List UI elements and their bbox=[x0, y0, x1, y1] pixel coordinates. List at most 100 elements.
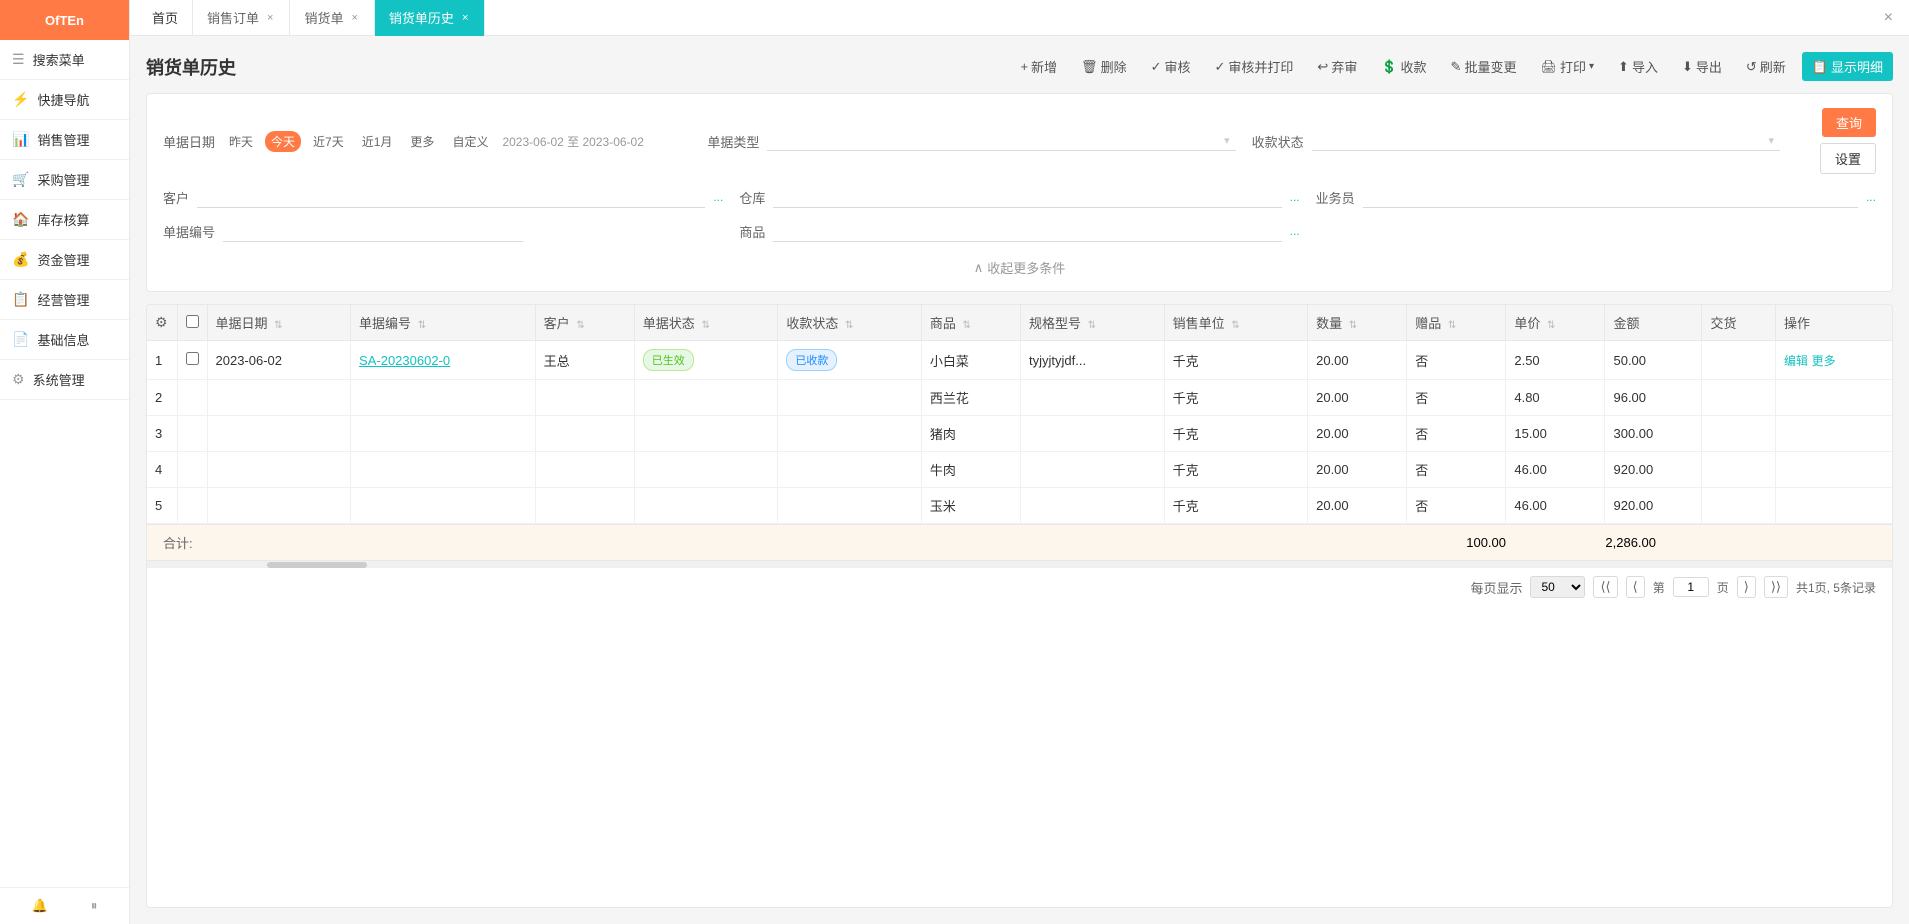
sidebar-item-quick-nav[interactable]: ⚡ 快捷导航 bbox=[0, 80, 129, 120]
payment-status-select[interactable]: ▾ bbox=[1312, 131, 1780, 151]
batch-change-button[interactable]: ✎ 批量变更 bbox=[1443, 53, 1525, 80]
next-page-btn[interactable]: ⟩ bbox=[1737, 576, 1756, 598]
row-checkbox[interactable] bbox=[186, 352, 199, 365]
gift-sort-icon[interactable]: ⇅ bbox=[1448, 320, 1456, 331]
doc-status-sort-icon[interactable]: ⇅ bbox=[701, 320, 709, 331]
tab-sales-history[interactable]: 销货单历史 × bbox=[375, 0, 485, 36]
filter-row-3: 单据编号 商品 ... bbox=[163, 220, 1876, 242]
cell-qty: 20.00 bbox=[1308, 380, 1407, 416]
doc-no-sort-icon[interactable]: ⇅ bbox=[418, 320, 426, 331]
page-input[interactable] bbox=[1673, 577, 1709, 597]
first-page-btn[interactable]: ⟨⟨ bbox=[1593, 576, 1617, 598]
th-qty-label: 数量 bbox=[1316, 316, 1342, 331]
date-tag-yesterday[interactable]: 昨天 bbox=[223, 131, 259, 152]
unit-sort-icon[interactable]: ⇅ bbox=[1231, 320, 1239, 331]
audit-button[interactable]: ✓ 审核 bbox=[1143, 53, 1199, 80]
tab-sales-history-close[interactable]: × bbox=[460, 12, 470, 24]
tab-sales-delivery[interactable]: 销货单 × bbox=[290, 0, 374, 36]
refresh-button[interactable]: ↺ 刷新 bbox=[1738, 53, 1794, 80]
cell-goods: 玉米 bbox=[921, 488, 1020, 524]
sidebar-item-sys-mgmt[interactable]: ⚙ 系统管理 bbox=[0, 360, 129, 400]
tab-home-label: 首页 bbox=[152, 8, 178, 27]
summary-qty: 100.00 bbox=[556, 535, 1506, 550]
sidebar-item-inventory[interactable]: 🏠 库存核算 bbox=[0, 200, 129, 240]
date-tag-1month[interactable]: 近1月 bbox=[356, 131, 399, 152]
cell-checkbox bbox=[177, 380, 207, 416]
app-title: OfTEn bbox=[45, 13, 84, 28]
cell-goods: 牛肉 bbox=[921, 452, 1020, 488]
customer-sort-icon[interactable]: ⇅ bbox=[576, 320, 584, 331]
tab-home[interactable]: 首页 bbox=[138, 0, 193, 36]
doc-type-select[interactable]: ▾ bbox=[767, 131, 1235, 151]
sidebar-footer-icon1[interactable]: 🔔 bbox=[32, 898, 48, 914]
customer-ellipsis[interactable]: ... bbox=[713, 190, 723, 204]
payment-status-sort-icon[interactable]: ⇅ bbox=[845, 320, 853, 331]
cell-doc-status bbox=[634, 416, 778, 452]
th-unit: 销售单位 ⇅ bbox=[1164, 305, 1308, 341]
settings-button[interactable]: 设置 bbox=[1820, 143, 1876, 174]
audit-print-button[interactable]: ✓ 审核并打印 bbox=[1207, 53, 1302, 80]
tab-sales-delivery-close[interactable]: × bbox=[349, 12, 359, 24]
cell-amount: 50.00 bbox=[1605, 341, 1702, 380]
import-button[interactable]: ⬆ 导入 bbox=[1610, 53, 1666, 80]
print-button[interactable]: 🖨 打印 ▾ bbox=[1532, 53, 1602, 80]
show-details-button[interactable]: 📋 显示明细 bbox=[1802, 52, 1893, 81]
sidebar-footer-icon2[interactable]: ⏸ bbox=[91, 898, 98, 914]
doc-date-sort-icon[interactable]: ⇅ bbox=[274, 320, 282, 331]
doc-no-link[interactable]: SA-20230602-0 bbox=[359, 353, 450, 368]
salesperson-input[interactable] bbox=[1363, 186, 1858, 208]
window-close-btn[interactable]: × bbox=[1884, 9, 1893, 27]
cell-spec bbox=[1021, 416, 1165, 452]
sidebar-item-search-menu[interactable]: ☰ 搜索菜单 bbox=[0, 40, 129, 80]
collapse-row: ∧ 收起更多条件 bbox=[163, 254, 1876, 277]
date-tag-today[interactable]: 今天 bbox=[265, 131, 301, 152]
customer-input[interactable] bbox=[197, 186, 705, 208]
warehouse-input[interactable] bbox=[773, 186, 1281, 208]
tab-sales-order[interactable]: 销售订单 × bbox=[193, 0, 290, 36]
goods-sort-icon[interactable]: ⇅ bbox=[963, 320, 971, 331]
date-tag-7days[interactable]: 近7天 bbox=[307, 131, 350, 152]
base-info-icon: 📄 bbox=[12, 331, 29, 348]
delete-button[interactable]: 🗑 删除 bbox=[1073, 53, 1135, 80]
last-page-btn[interactable]: ⟩⟩ bbox=[1764, 576, 1788, 598]
select-all-checkbox[interactable] bbox=[186, 315, 199, 328]
date-filter: 昨天 今天 近7天 近1月 更多 自定义 bbox=[223, 131, 494, 152]
abandon-button[interactable]: ↩ 弃审 bbox=[1309, 53, 1365, 80]
date-tag-more[interactable]: 更多 bbox=[404, 131, 440, 152]
customer-label: 客户 bbox=[163, 188, 189, 207]
spec-sort-icon[interactable]: ⇅ bbox=[1088, 320, 1096, 331]
qty-sort-icon[interactable]: ⇅ bbox=[1349, 320, 1357, 331]
sidebar-item-purchase-mgmt[interactable]: 🛒 采购管理 bbox=[0, 160, 129, 200]
tab-bar: 首页 销售订单 × 销货单 × 销货单历史 × × bbox=[130, 0, 1909, 36]
export-button[interactable]: ⬇ 导出 bbox=[1674, 53, 1730, 80]
th-doc-no: 单据编号 ⇅ bbox=[351, 305, 536, 341]
sidebar-item-operations[interactable]: 📋 经营管理 bbox=[0, 280, 129, 320]
op-btn[interactable]: 更多 bbox=[1812, 354, 1836, 368]
goods-input[interactable] bbox=[773, 220, 1281, 242]
warehouse-ellipsis[interactable]: ... bbox=[1290, 190, 1300, 204]
query-button[interactable]: 查询 bbox=[1822, 108, 1876, 137]
tab-sales-order-close[interactable]: × bbox=[265, 12, 275, 24]
sidebar-item-finance[interactable]: 💰 资金管理 bbox=[0, 240, 129, 280]
op-btn[interactable]: 编辑 bbox=[1784, 354, 1808, 368]
sidebar-item-base-info[interactable]: 📄 基础信息 bbox=[0, 320, 129, 360]
cell-checkbox bbox=[177, 452, 207, 488]
salesperson-label: 业务员 bbox=[1316, 188, 1355, 207]
add-button[interactable]: + 新增 bbox=[1012, 53, 1065, 80]
cell-unit: 千克 bbox=[1164, 341, 1308, 380]
table-settings-icon[interactable]: ⚙ bbox=[155, 314, 168, 330]
date-tag-custom[interactable]: 自定义 bbox=[446, 131, 494, 152]
cell-checkbox bbox=[177, 416, 207, 452]
salesperson-ellipsis[interactable]: ... bbox=[1866, 190, 1876, 204]
per-page-select[interactable]: 50 100 bbox=[1530, 576, 1585, 598]
doc-no-input[interactable] bbox=[223, 220, 523, 242]
collapse-button[interactable]: ∧ 收起更多条件 bbox=[974, 258, 1066, 277]
price-sort-icon[interactable]: ⇅ bbox=[1547, 320, 1555, 331]
add-icon: + bbox=[1020, 59, 1028, 74]
goods-ellipsis[interactable]: ... bbox=[1290, 224, 1300, 238]
prev-page-btn[interactable]: ⟨ bbox=[1626, 576, 1645, 598]
receive-button[interactable]: 💲 收款 bbox=[1373, 53, 1434, 80]
filter-warehouse: 仓库 ... bbox=[739, 186, 1299, 208]
sidebar-item-sales-mgmt[interactable]: 📊 销售管理 bbox=[0, 120, 129, 160]
scrollbar-area[interactable] bbox=[147, 560, 1892, 568]
